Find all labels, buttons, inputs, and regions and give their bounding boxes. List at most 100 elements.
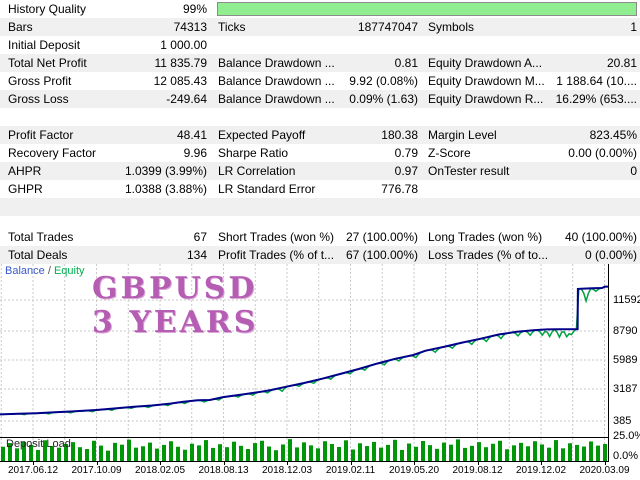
stat-value: 1 188.64 (10.... (556, 74, 637, 88)
stat-label: GHPR (8, 182, 43, 196)
stat-label: Recovery Factor (8, 146, 97, 160)
stat-label: Balance Drawdown ... (218, 92, 335, 106)
stat-label: Total Net Profit (8, 56, 87, 70)
stat-value: 27 (100.00%) (345, 230, 418, 244)
stat-cell: AHPR 1.0399 (3.99%) (0, 162, 210, 180)
x-axis-tick-label: 2019.05.20 (388, 465, 440, 476)
stat-row: Profit Factor 48.41 Expected Payoff 180.38 M… (0, 126, 640, 144)
stat-cell: Ticks 187747047 (210, 18, 420, 36)
stat-row: Bars 74313 Ticks 187747047 Symbols 1 (0, 18, 640, 36)
stat-cell (420, 180, 640, 198)
stat-value: 16.29% (653.... (555, 92, 637, 106)
stat-cell: Balance Drawdown ... 9.92 (0.08%) (210, 72, 420, 90)
stat-value: 11 835.79 (154, 56, 208, 70)
table-spacer (0, 216, 640, 228)
chart-watermark: GBPUSD 3 YEARS (92, 272, 258, 340)
stat-cell: Short Trades (won %) 27 (100.00%) (210, 228, 420, 246)
stat-value: 0.00 (0.00%) (568, 146, 637, 160)
stat-cell: Profit Trades (% of t... 67 (100.00%) (210, 246, 420, 264)
stat-label: LR Correlation (218, 164, 296, 178)
stat-cell: Recovery Factor 9.96 (0, 144, 210, 162)
stat-cell: Sharpe Ratio 0.79 (210, 144, 420, 162)
stat-row: Total Net Profit 11 835.79 Balance Drawdow… (0, 54, 640, 72)
chart-legend: Balance / Equity (5, 265, 85, 277)
stat-cell: Balance Drawdown ... 0.09% (1.63) (210, 90, 420, 108)
stat-label: Equity Drawdown R... (428, 92, 544, 106)
stat-row: History Quality 99% (0, 0, 640, 18)
stat-cell: Total Deals 134 (0, 246, 210, 264)
y-axis-tick-label: 8790 (613, 325, 638, 337)
stat-label: Balance Drawdown ... (218, 56, 335, 70)
deposit-load-bars (0, 438, 607, 461)
stat-label: Bars (8, 20, 33, 34)
stat-value: 67 (100.00%) (345, 248, 418, 262)
stat-label: Initial Deposit (8, 38, 81, 52)
stat-value: 823.45% (589, 128, 637, 142)
stat-value: 48.41 (176, 128, 207, 142)
stat-row: Initial Deposit 1 000.00 (0, 36, 640, 54)
x-axis-tick-label: 2018.12.03 (261, 465, 313, 476)
x-axis-tick-label: 2020.03.09 (579, 465, 630, 476)
stat-value: 0.97 (394, 164, 418, 178)
stat-label: Long Trades (won %) (428, 230, 543, 244)
stat-row: Recovery Factor 9.96 Sharpe Ratio 0.79 Z-Sco… (0, 144, 640, 162)
stat-cell: Profit Factor 48.41 (0, 126, 210, 144)
stat-cell: Gross Loss -249.64 (0, 90, 210, 108)
stat-label: Short Trades (won %) (218, 230, 335, 244)
stat-cell: Long Trades (won %) 40 (100.00%) (420, 228, 640, 246)
deposit-load-plot (0, 437, 609, 462)
stats-table: History Quality 99% Bars 74313 Ticks 18774704… (0, 0, 640, 264)
stat-label: Profit Trades (% of t... (218, 248, 335, 262)
stat-label: AHPR (8, 164, 42, 178)
stat-row: Gross Profit 12 085.43 Balance Drawdown ..… (0, 72, 640, 90)
stat-cell: Z-Score 0.00 (0.00%) (420, 144, 640, 162)
deposit-load-min-label: 0.0% (613, 450, 639, 462)
stat-cell: Balance Drawdown ... 0.81 (210, 54, 420, 72)
date-axis: 2017.06.12 2017.10.09 2018.02.05 2018.08.13… (0, 462, 640, 479)
stat-cell: Equity Drawdown R... 16.29% (653.... (420, 90, 640, 108)
stat-value (428, 36, 637, 54)
stat-value: 20.81 (606, 56, 637, 70)
stat-value: 1 000.00 (160, 38, 207, 52)
stat-cell: Bars 74313 (0, 18, 210, 36)
y-axis-tick-label: 3187 (613, 383, 638, 395)
stat-cell: LR Correlation 0.97 (210, 162, 420, 180)
stat-value: 1 (630, 20, 637, 34)
stat-cell: Margin Level 823.45% (420, 126, 640, 144)
stat-label: Profit Factor (8, 128, 74, 142)
stat-row: Total Trades 67 Short Trades (won %) 27 (10… (0, 228, 640, 246)
stat-value: -249.64 (166, 92, 207, 106)
stat-label: OnTester result (428, 164, 510, 178)
balance-equity-chart[interactable]: Balance / Equity GBPUSD 3 YEARS 11592 879… (0, 264, 640, 437)
stat-value: 1.0399 (3.99%) (124, 164, 207, 178)
stat-value: 40 (100.00%) (564, 230, 637, 244)
stat-label: Gross Profit (8, 74, 72, 88)
stat-value: 99% (182, 2, 207, 16)
stat-label: Equity Drawdown A... (428, 56, 543, 70)
y-axis-tick-label: 5989 (613, 354, 638, 366)
stat-cell: OnTester result 0 (420, 162, 640, 180)
stat-value: 1.0388 (3.88%) (124, 182, 207, 196)
stat-value: 0.09% (1.63) (349, 92, 418, 106)
stat-value: 74313 (173, 20, 207, 34)
stat-label: Z-Score (428, 146, 471, 160)
stat-label: Expected Payoff (218, 128, 306, 142)
x-axis-tick-label: 2017.10.09 (71, 465, 122, 476)
stat-row: Gross Loss -249.64 Balance Drawdown ... 0.0… (0, 90, 640, 108)
stat-cell: Total Net Profit 11 835.79 (0, 54, 210, 72)
stat-value (428, 180, 637, 198)
stat-value: 0 (630, 164, 637, 178)
stat-cell: Initial Deposit 1 000.00 (0, 36, 210, 54)
stat-cell: Symbols 1 (420, 18, 640, 36)
stat-label: Ticks (218, 20, 246, 34)
stat-value: 0 (0.00%) (584, 248, 637, 262)
stat-value (218, 36, 418, 54)
stat-label: History Quality (8, 2, 87, 16)
deposit-load-max-label: 25.0% (613, 430, 640, 442)
stat-cell: Total Trades 67 (0, 228, 210, 246)
stat-value: 9.96 (183, 146, 207, 160)
stat-value: 9.92 (0.08%) (349, 74, 418, 88)
table-spacer (0, 198, 640, 216)
stat-value: 134 (186, 248, 207, 262)
stat-cell: GHPR 1.0388 (3.88%) (0, 180, 210, 198)
